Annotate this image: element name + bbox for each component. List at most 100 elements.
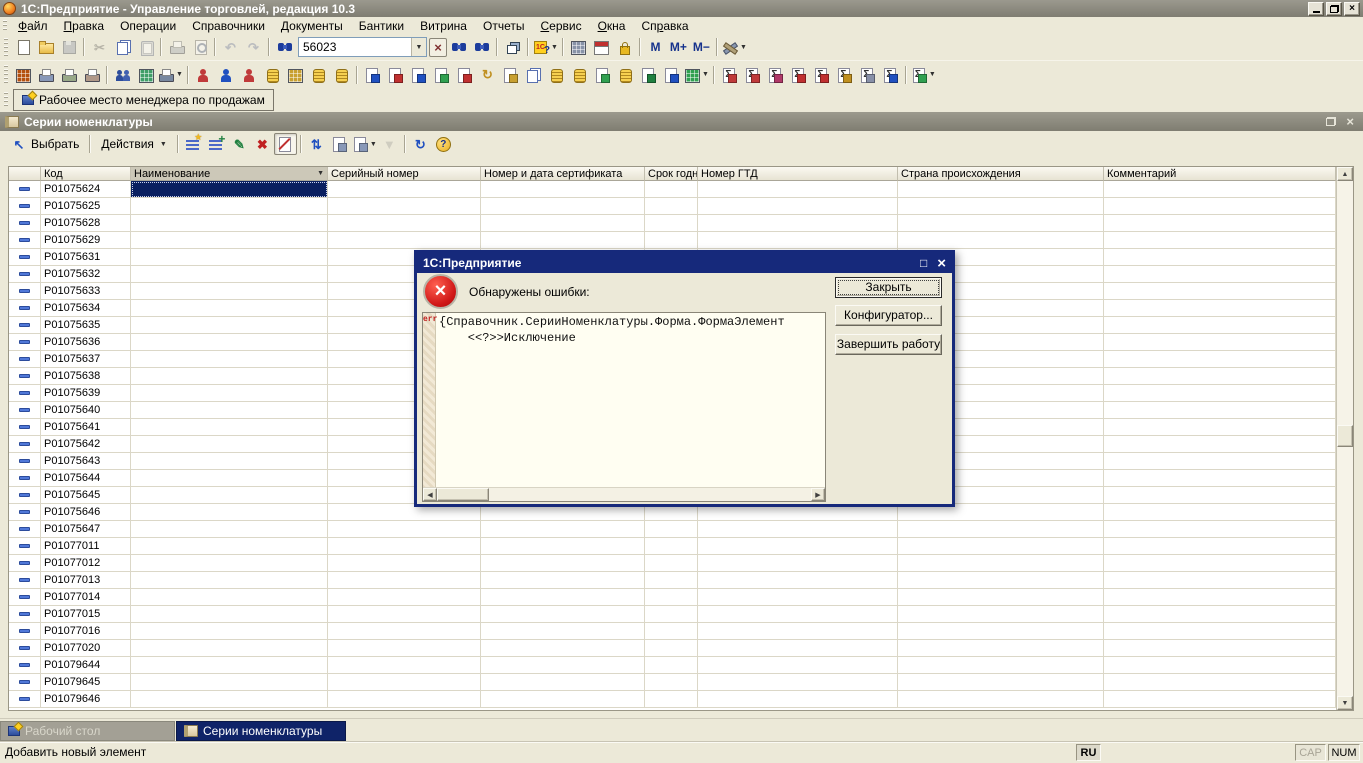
table-row[interactable]: P01075647 [9,521,1336,538]
toolbar-grip[interactable] [4,91,8,109]
code-cell[interactable]: P01075646 [41,504,131,521]
code-cell[interactable]: P01075631 [41,249,131,266]
empty-cell[interactable] [1104,470,1336,487]
row-icon-cell[interactable] [9,249,41,266]
shipment-icon[interactable] [384,64,407,86]
configurator-button[interactable]: Конфигуратор... [835,305,942,326]
empty-cell[interactable] [1104,538,1336,555]
chevron-down-icon[interactable]: ▼ [702,71,709,78]
empty-cell[interactable] [131,453,328,470]
hierarchy-view-icon[interactable] [328,133,351,155]
empty-cell[interactable] [131,351,328,368]
empty-cell[interactable] [328,623,481,640]
goods-receipt-icon[interactable] [430,64,453,86]
empty-cell[interactable] [481,215,645,232]
table-row[interactable]: P01077011 [9,538,1336,555]
empty-cell[interactable] [698,521,898,538]
empty-cell[interactable] [481,589,645,606]
code-cell[interactable]: P01075629 [41,232,131,249]
shutdown-button[interactable]: Завершить работу [835,334,942,355]
delete-item-icon[interactable]: ✖ [251,133,274,155]
column-header-icon[interactable] [9,167,41,181]
empty-cell[interactable] [898,691,1104,708]
dialog-maximize-icon[interactable]: □ [920,256,927,270]
empty-cell[interactable] [698,181,898,198]
empty-cell[interactable] [898,181,1104,198]
code-cell[interactable]: P01077013 [41,572,131,589]
table-row[interactable]: P01075625 [9,198,1336,215]
row-icon-cell[interactable] [9,317,41,334]
empty-cell[interactable] [1104,266,1336,283]
table-row[interactable]: P01079645 [9,674,1336,691]
row-icon-cell[interactable] [9,623,41,640]
column-header-Наименование[interactable]: Наименование ▼ [131,167,328,181]
menu-файл[interactable]: Файл [10,19,56,33]
menu-витрина[interactable]: Витрина [412,19,475,33]
column-header-Код[interactable]: Код [41,167,131,181]
menu-окна[interactable]: Окна [590,19,634,33]
empty-cell[interactable] [1104,589,1336,606]
code-cell[interactable]: P01077016 [41,623,131,640]
scroll-down-icon[interactable]: ▼ [1337,696,1353,710]
row-icon-cell[interactable] [9,198,41,215]
memory-button[interactable]: M [644,36,667,58]
horizontal-scrollbar[interactable]: ◀ ▶ [423,487,825,501]
report-stock-icon[interactable]: Σ [787,64,810,86]
column-header-Срок годнос...[interactable]: Срок годнос... [645,167,698,181]
row-icon-cell[interactable] [9,385,41,402]
edit-item-icon[interactable]: ✎ [228,133,251,155]
empty-cell[interactable] [898,640,1104,657]
empty-cell[interactable] [898,589,1104,606]
empty-cell[interactable] [328,555,481,572]
empty-cell[interactable] [898,215,1104,232]
empty-cell[interactable] [1104,351,1336,368]
copy-icon[interactable] [111,36,134,58]
empty-cell[interactable] [1104,181,1336,198]
help-1c-icon[interactable]: ▼ [532,36,559,58]
empty-cell[interactable] [328,657,481,674]
vertical-scrollbar[interactable]: ▲ ▼ [1336,167,1353,710]
dialog-close-icon[interactable]: × [937,256,946,271]
find-icon[interactable] [273,36,296,58]
calendar-icon[interactable] [590,36,613,58]
row-icon-cell[interactable] [9,436,41,453]
row-icon-cell[interactable] [9,283,41,300]
empty-cell[interactable] [1104,657,1336,674]
row-icon-cell[interactable] [9,538,41,555]
code-cell[interactable]: P01075643 [41,453,131,470]
empty-cell[interactable] [131,589,328,606]
close-button[interactable]: × [1344,1,1360,16]
code-cell[interactable]: P01075636 [41,334,131,351]
table-row[interactable]: P01077012 [9,555,1336,572]
code-cell[interactable]: P01075645 [41,487,131,504]
empty-cell[interactable] [328,232,481,249]
doc-exchange-icon[interactable] [522,64,545,86]
empty-cell[interactable] [131,249,328,266]
table-row[interactable]: P01079646 [9,691,1336,708]
code-cell[interactable]: P01075624 [41,181,131,198]
empty-cell[interactable] [328,589,481,606]
row-icon-cell[interactable] [9,657,41,674]
empty-cell[interactable] [645,198,698,215]
empty-cell[interactable] [645,572,698,589]
table-row[interactable]: P01077013 [9,572,1336,589]
code-cell[interactable]: P01079646 [41,691,131,708]
empty-cell[interactable] [481,606,645,623]
table-row[interactable]: P01077016 [9,623,1336,640]
code-cell[interactable]: P01075638 [41,368,131,385]
code-cell[interactable]: P01075634 [41,300,131,317]
menu-справка[interactable]: Справка [633,19,696,33]
empty-cell[interactable] [1104,283,1336,300]
customize-tools-icon[interactable]: ▼ [721,36,748,58]
empty-cell[interactable] [131,215,328,232]
empty-cell[interactable] [131,419,328,436]
empty-cell[interactable] [1104,453,1336,470]
table-row[interactable]: P01079644 [9,657,1336,674]
invoice-supplier-icon[interactable] [407,64,430,86]
refresh-icon[interactable]: ↻ [409,133,432,155]
empty-cell[interactable] [898,232,1104,249]
empty-cell[interactable] [1104,249,1336,266]
menu-бантики[interactable]: Бантики [351,19,412,33]
money-writeoff-icon[interactable] [307,64,330,86]
empty-cell[interactable] [131,368,328,385]
